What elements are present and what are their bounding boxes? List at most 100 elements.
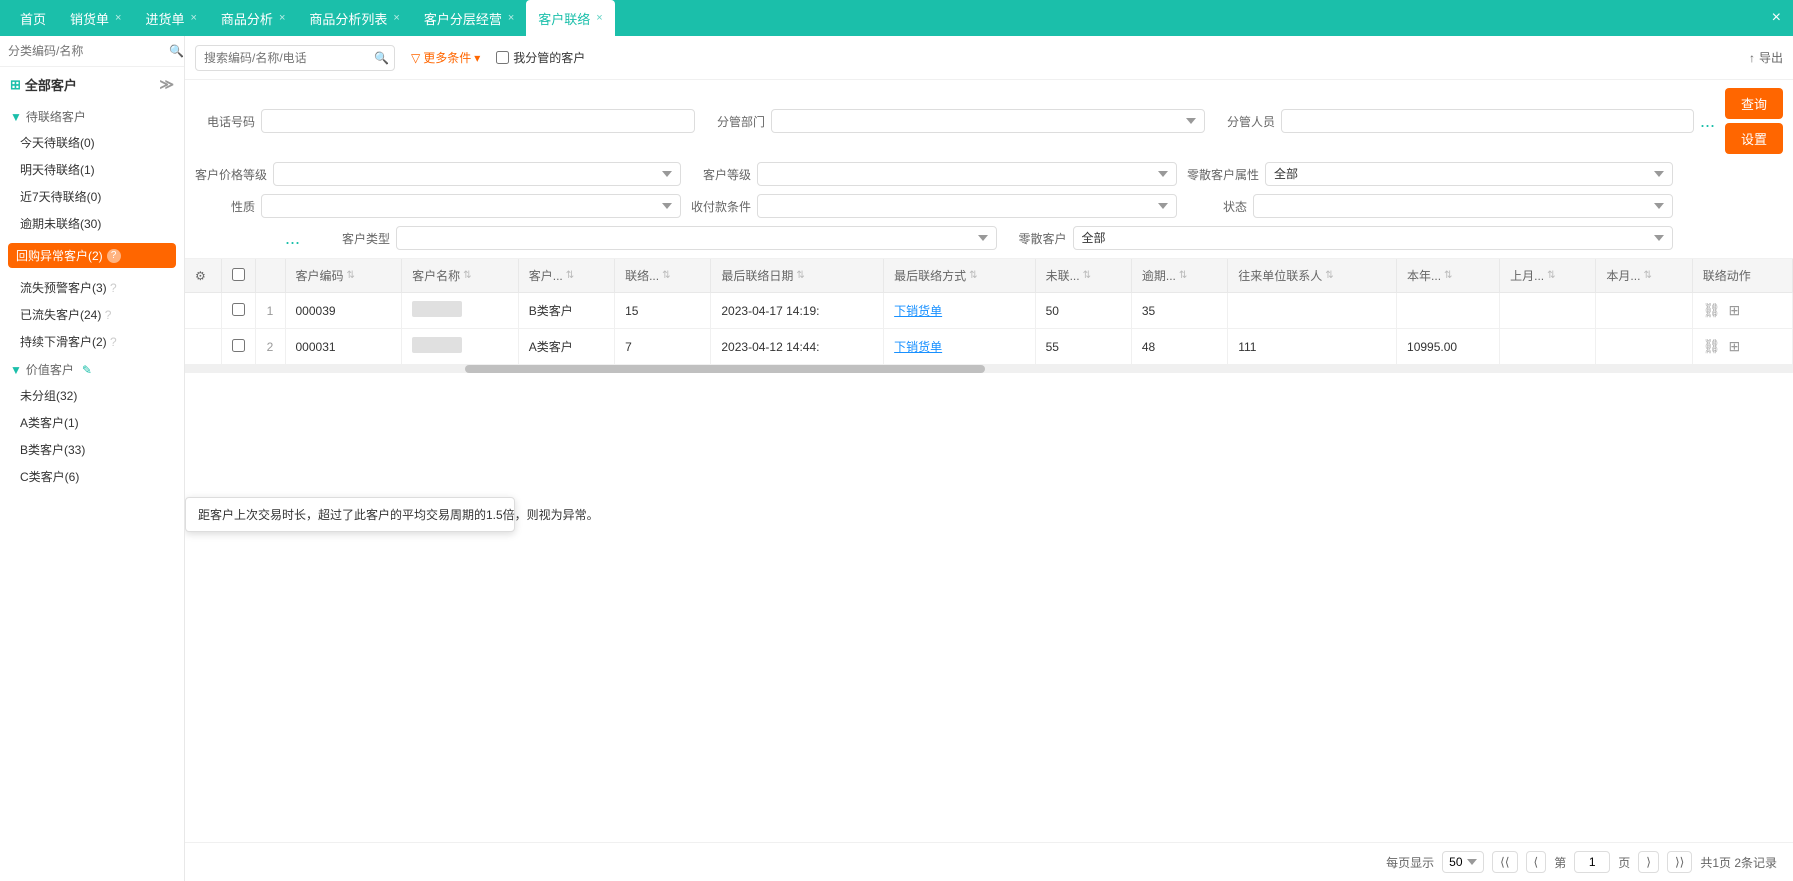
sort-code-icon[interactable]: ⇅: [347, 270, 355, 281]
customer-type-select[interactable]: [396, 226, 997, 250]
nav-purchase-order-close[interactable]: ×: [190, 12, 196, 24]
td-cp-2: 111: [1228, 329, 1397, 365]
sidebar-item-declining[interactable]: 持续下滑客户(2) ?: [0, 328, 184, 355]
nav-purchase-order[interactable]: 进货单 ×: [133, 0, 208, 36]
nav-sales-order-close[interactable]: ×: [115, 12, 121, 24]
th-this-month: 本月...⇅: [1596, 259, 1692, 293]
th-name: 客户名称⇅: [402, 259, 519, 293]
dept-select[interactable]: [771, 109, 1205, 133]
settings-icon[interactable]: ⚙: [195, 269, 206, 283]
filter-customer-type: 客户类型: [330, 226, 997, 250]
sidebar-item-7days[interactable]: 近7天待联络(0): [0, 183, 184, 210]
nav-product-analysis[interactable]: 商品分析 ×: [209, 0, 297, 36]
grid-action-icon-2[interactable]: ⊞: [1729, 338, 1741, 355]
sort-name-icon[interactable]: ⇅: [463, 270, 471, 281]
filter-retail-attr: 零散客户属性 全部: [1187, 162, 1673, 186]
nav-customer-tier-close[interactable]: ×: [508, 12, 514, 24]
sort-year-icon[interactable]: ⇅: [1444, 270, 1452, 281]
pagination-bar: 每页显示 50 ⟨⟨ ⟨ 第 页 ⟩ ⟩⟩ 共1页 2条记录: [185, 842, 1793, 881]
my-customers-checkbox-label[interactable]: 我分管的客户: [496, 49, 585, 66]
page-number-input[interactable]: [1574, 851, 1610, 873]
phone-input[interactable]: [261, 109, 695, 133]
th-overdue: 逾期...⇅: [1131, 259, 1227, 293]
export-button[interactable]: ↑ 导出: [1749, 49, 1783, 66]
sort-method-icon[interactable]: ⇅: [969, 270, 977, 281]
sidebar-item-today[interactable]: 今天待联络(0): [0, 129, 184, 156]
horizontal-scrollbar[interactable]: [185, 365, 1793, 373]
search-button[interactable]: 🔍: [374, 51, 389, 65]
sidebar-item-abnormal-repurchase[interactable]: 回购异常客户(2) ?: [8, 243, 176, 268]
sidebar-item-overdue[interactable]: 逾期未联络(30): [0, 210, 184, 237]
edit-icon[interactable]: ✎: [82, 363, 92, 377]
select-all-checkbox[interactable]: [232, 268, 245, 281]
retail-attr-select[interactable]: 全部: [1265, 162, 1673, 186]
per-page-select[interactable]: 50: [1442, 851, 1484, 873]
scrollbar-thumb[interactable]: [465, 365, 985, 373]
sidebar-search-input[interactable]: [8, 44, 163, 58]
person-input[interactable]: [1281, 109, 1694, 133]
next-page-button[interactable]: ⟩: [1638, 851, 1659, 873]
last-page-button[interactable]: ⟩⟩: [1667, 851, 1692, 873]
sidebar-item-class-c[interactable]: C类客户(6): [0, 463, 184, 490]
filter-row-3: 性质 收付款条件 状态: [195, 194, 1783, 218]
sort-pending-icon[interactable]: ⇅: [1083, 270, 1091, 281]
filter-customer-grade: 客户等级: [691, 162, 1177, 186]
search-input[interactable]: [195, 45, 395, 71]
more-button-1[interactable]: ...: [1700, 112, 1715, 130]
sidebar-item-churn-warning[interactable]: 流失预警客户(3) ?: [0, 274, 184, 301]
row-2-checkbox[interactable]: [232, 339, 245, 352]
query-button[interactable]: 查询: [1725, 88, 1783, 119]
payment-select[interactable]: [757, 194, 1177, 218]
sidebar-item-churned[interactable]: 已流失客户(24) ?: [0, 301, 184, 328]
sort-contact-icon[interactable]: ⇅: [662, 270, 670, 281]
more-button-2[interactable]: ...: [285, 229, 300, 247]
nav-product-analysis-list[interactable]: 商品分析列表 ×: [297, 0, 411, 36]
prev-page-button[interactable]: ⟨: [1526, 851, 1547, 873]
nav-product-analysis-close[interactable]: ×: [279, 12, 285, 24]
nav-sales-order[interactable]: 销货单 ×: [58, 0, 133, 36]
first-page-button[interactable]: ⟨⟨: [1492, 851, 1517, 873]
link-action-icon-2[interactable]: ⛓: [1703, 338, 1721, 355]
filter-phone: 电话号码: [195, 109, 695, 133]
sort-lm-icon[interactable]: ⇅: [1547, 270, 1555, 281]
method-link-1[interactable]: 下销货单: [894, 304, 942, 318]
sidebar-item-tomorrow[interactable]: 明天待联络(1): [0, 156, 184, 183]
price-grade-select[interactable]: [273, 162, 681, 186]
retail-customer-select[interactable]: 全部: [1073, 226, 1674, 250]
method-link-2[interactable]: 下销货单: [894, 340, 942, 354]
customer-grade-select[interactable]: [757, 162, 1177, 186]
sidebar-item-ungrouped[interactable]: 未分组(32): [0, 382, 184, 409]
my-customers-checkbox[interactable]: [496, 51, 509, 64]
gender-select[interactable]: [261, 194, 681, 218]
row-1-checkbox[interactable]: [232, 303, 245, 316]
close-all-tabs-button[interactable]: ×: [1772, 9, 1781, 27]
sidebar-item-class-b[interactable]: B类客户(33): [0, 436, 184, 463]
sidebar-search-icon[interactable]: 🔍: [169, 44, 184, 58]
th-last-month: 上月...⇅: [1500, 259, 1596, 293]
nav-customer-tier[interactable]: 客户分层经营 ×: [412, 0, 526, 36]
th-pending: 未联...⇅: [1035, 259, 1131, 293]
sort-tm-icon[interactable]: ⇅: [1643, 270, 1651, 281]
settings-button[interactable]: 设置: [1725, 123, 1783, 154]
nav-home[interactable]: 首页: [8, 0, 58, 36]
sort-type-icon[interactable]: ⇅: [566, 270, 574, 281]
nav-customer-contact-close[interactable]: ×: [596, 12, 602, 24]
link-action-icon-1[interactable]: ⛓: [1703, 302, 1721, 319]
grid-action-icon-1[interactable]: ⊞: [1729, 302, 1741, 319]
th-code: 客户编码⇅: [285, 259, 402, 293]
more-conditions-button[interactable]: ▽ 更多条件 ▾: [403, 44, 488, 71]
td-settings-2: [185, 329, 221, 365]
all-customers-header[interactable]: ⊞ 全部客户 ≫: [0, 67, 184, 102]
sidebar-item-class-a[interactable]: A类客户(1): [0, 409, 184, 436]
sidebar-collapse-button[interactable]: ≫: [159, 76, 174, 93]
sort-overdue-icon[interactable]: ⇅: [1179, 270, 1187, 281]
sort-date-icon[interactable]: ⇅: [796, 270, 804, 281]
td-date-1: 2023-04-17 14:19:: [711, 293, 884, 329]
td-pending-2: 55: [1035, 329, 1131, 365]
sort-cp-icon[interactable]: ⇅: [1325, 270, 1333, 281]
status-select[interactable]: [1253, 194, 1673, 218]
nav-customer-contact[interactable]: 客户联络 ×: [526, 0, 614, 36]
nav-product-analysis-list-close[interactable]: ×: [393, 12, 399, 24]
info-icon-churn: ?: [110, 281, 117, 295]
td-date-2: 2023-04-12 14:44:: [711, 329, 884, 365]
